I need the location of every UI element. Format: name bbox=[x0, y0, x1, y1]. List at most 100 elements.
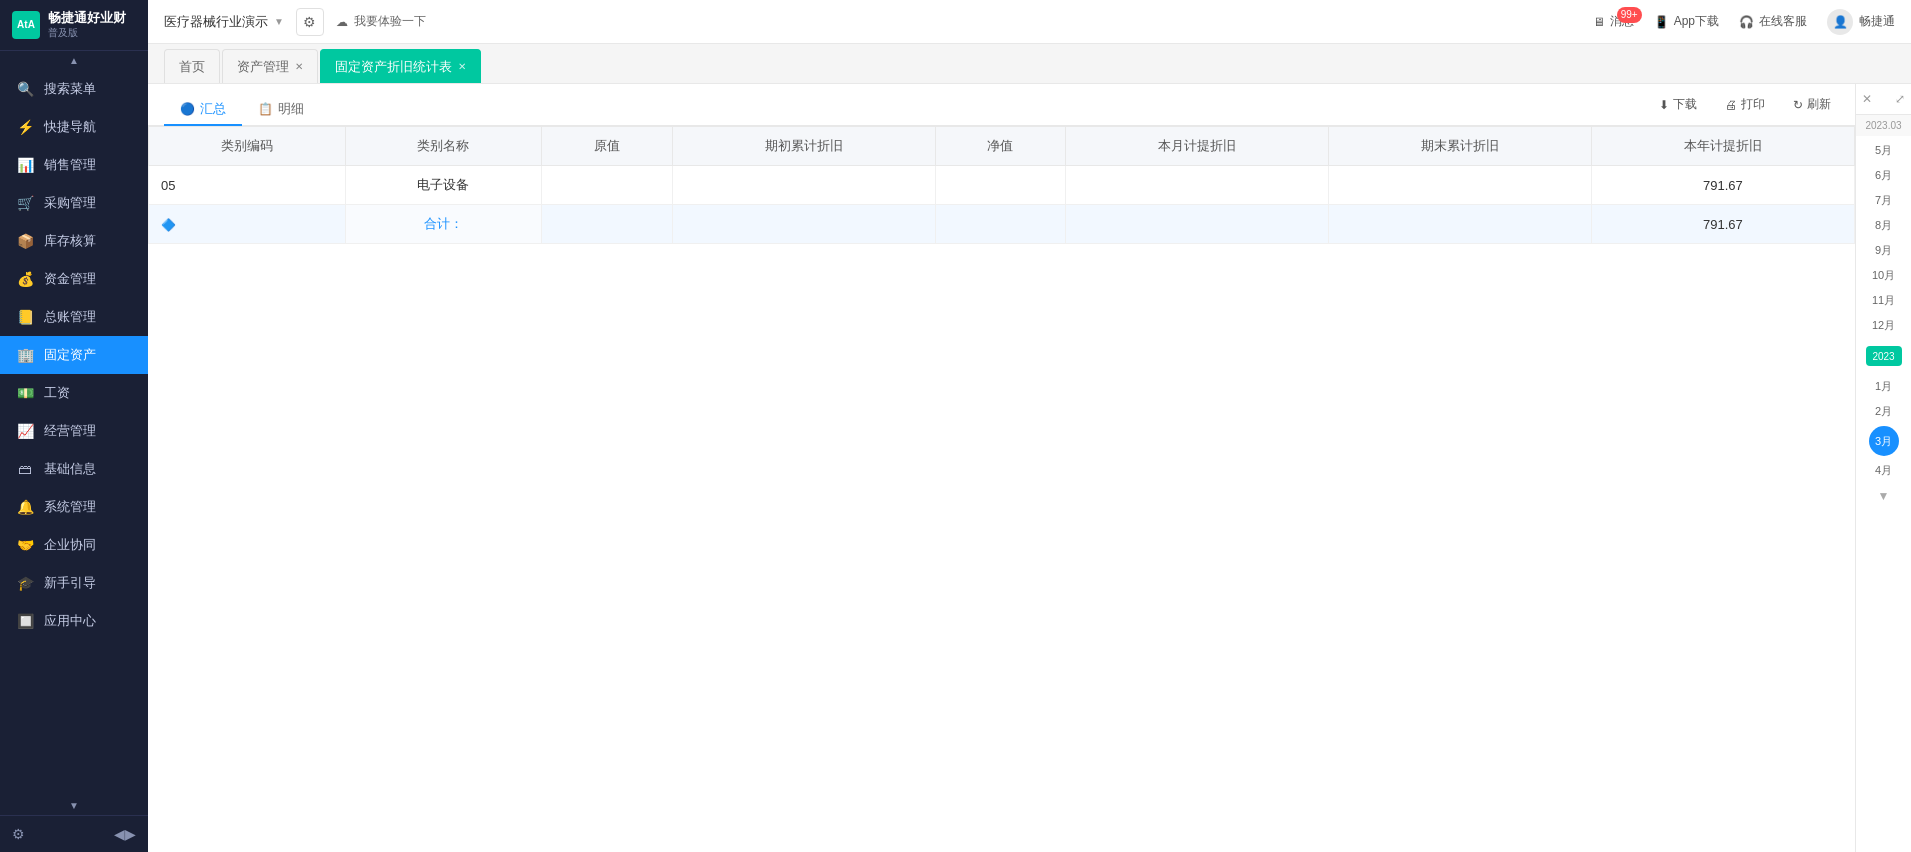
enterprise-icon: 🤝 bbox=[16, 536, 34, 554]
sub-tab-detail[interactable]: 📋 明细 bbox=[242, 94, 320, 126]
row-annual-dep: 791.67 bbox=[1591, 166, 1854, 205]
sidebar-scroll-up[interactable]: ▲ bbox=[0, 51, 148, 70]
download-btn[interactable]: ⬇ 下载 bbox=[1651, 92, 1705, 117]
date-scroll-down-btn[interactable]: ▼ bbox=[1856, 485, 1911, 507]
sub-tabs-container: 🔵 汇总 📋 明细 ⬇ 下载 🖨 打印 bbox=[148, 84, 1855, 126]
col-period-dep: 期末累计折旧 bbox=[1328, 127, 1591, 166]
col-name: 类别名称 bbox=[345, 127, 542, 166]
settings-footer-icon[interactable]: ⚙ bbox=[12, 826, 25, 842]
subtotal-initial-dep bbox=[672, 205, 935, 244]
print-btn[interactable]: 🖨 打印 bbox=[1717, 92, 1773, 117]
tab-home[interactable]: 首页 bbox=[164, 49, 220, 83]
sidebar-item-finance[interactable]: 💰 资金管理 bbox=[0, 260, 148, 298]
month-2023-4[interactable]: 4月 bbox=[1871, 458, 1896, 483]
sidebar-item-ledger[interactable]: 📒 总账管理 bbox=[0, 298, 148, 336]
ledger-icon: 📒 bbox=[16, 308, 34, 326]
app-logo-icon: AtA bbox=[12, 11, 40, 39]
sidebar-item-label: 搜索菜单 bbox=[44, 80, 96, 98]
sidebar-item-search[interactable]: 🔍 搜索菜单 bbox=[0, 70, 148, 108]
table-container: 类别编码 类别名称 原值 期初累计折旧 净值 本月计提折旧 期末累计折旧 本年计… bbox=[148, 126, 1855, 852]
sidebar-item-system[interactable]: 🔔 系统管理 bbox=[0, 488, 148, 526]
topbar-settings-btn[interactable]: ⚙ bbox=[296, 8, 324, 36]
chevron-down-icon: ▼ bbox=[1878, 489, 1890, 503]
subtotal-icon-cell: 🔷 bbox=[149, 205, 346, 244]
print-icon: 🖨 bbox=[1725, 98, 1737, 112]
message-btn[interactable]: 🖥 消息 99+ bbox=[1593, 13, 1634, 30]
sidebar-item-app-center[interactable]: 🔲 应用中心 bbox=[0, 602, 148, 640]
customer-service-btn[interactable]: 🎧 在线客服 bbox=[1739, 13, 1807, 30]
tab-home-label: 首页 bbox=[179, 58, 205, 76]
right-panel-header: ✕ ⤢ bbox=[1856, 84, 1911, 115]
month-7[interactable]: 7月 bbox=[1871, 188, 1896, 213]
purchase-icon: 🛒 bbox=[16, 194, 34, 212]
topbar: 医疗器械行业演示 ▼ ⚙ ☁ 我要体验一下 🖥 消息 99+ 📱 App下载 🎧… bbox=[148, 0, 1911, 44]
download-toolbar-icon: ⬇ bbox=[1659, 98, 1669, 112]
col-annual-dep: 本年计提折旧 bbox=[1591, 127, 1854, 166]
summary-tab-icon: 🔵 bbox=[180, 102, 195, 116]
month-9[interactable]: 9月 bbox=[1871, 238, 1896, 263]
subtotal-annual-dep: 791.67 bbox=[1591, 205, 1854, 244]
panel-close-btn[interactable]: ✕ bbox=[1860, 90, 1874, 108]
sidebar-item-purchase[interactable]: 🛒 采购管理 bbox=[0, 184, 148, 222]
scroll-down-arrow[interactable]: ▼ bbox=[69, 800, 79, 811]
sidebar-item-salary[interactable]: 💵 工资 bbox=[0, 374, 148, 412]
fixed-assets-icon: 🏢 bbox=[16, 346, 34, 364]
month-8[interactable]: 8月 bbox=[1871, 213, 1896, 238]
tab-depreciation-close[interactable]: ✕ bbox=[458, 61, 466, 72]
user-menu[interactable]: 👤 畅捷通 bbox=[1827, 9, 1895, 35]
company-dropdown-chevron: ▼ bbox=[274, 16, 284, 27]
month-12[interactable]: 12月 bbox=[1868, 313, 1899, 338]
row-code: 05 bbox=[149, 166, 346, 205]
search-nav-icon: 🔍 bbox=[16, 80, 34, 98]
month-6[interactable]: 6月 bbox=[1871, 163, 1896, 188]
year-2023-badge[interactable]: 2023 bbox=[1866, 346, 1902, 366]
tab-depreciation[interactable]: 固定资产折旧统计表 ✕ bbox=[320, 49, 481, 83]
guide-icon: 🎓 bbox=[16, 574, 34, 592]
sidebar-item-inventory[interactable]: 📦 库存核算 bbox=[0, 222, 148, 260]
sidebar-item-quick-nav[interactable]: ⚡ 快捷导航 bbox=[0, 108, 148, 146]
month-2023-3-container: 3月 bbox=[1869, 424, 1899, 458]
table-row: 05 电子设备 791.67 bbox=[149, 166, 1855, 205]
tab-asset-mgmt-close[interactable]: ✕ bbox=[295, 61, 303, 72]
sub-tab-detail-label: 明细 bbox=[278, 100, 304, 118]
prev-year-months: 5月 6月 7月 8月 9月 10月 11月 12月 bbox=[1856, 136, 1911, 340]
sidebar-item-label: 采购管理 bbox=[44, 194, 96, 212]
subtotal-label: 合计： bbox=[345, 205, 542, 244]
tabs-bar: 首页 资产管理 ✕ 固定资产折旧统计表 ✕ bbox=[148, 44, 1911, 84]
month-5[interactable]: 5月 bbox=[1871, 138, 1896, 163]
year-2023-months: 1月 2月 3月 4月 bbox=[1856, 372, 1911, 485]
sidebar-item-label: 库存核算 bbox=[44, 232, 96, 250]
refresh-btn[interactable]: ↻ 刷新 bbox=[1785, 92, 1839, 117]
avatar: 👤 bbox=[1827, 9, 1853, 35]
sidebar-item-basic-info[interactable]: 🗃 基础信息 bbox=[0, 450, 148, 488]
company-selector[interactable]: 医疗器械行业演示 ▼ bbox=[164, 13, 284, 31]
sub-tab-summary-label: 汇总 bbox=[200, 100, 226, 118]
collapse-sidebar-icon[interactable]: ◀▶ bbox=[114, 826, 136, 842]
tab-asset-mgmt-label: 资产管理 bbox=[237, 58, 289, 76]
app-download-btn[interactable]: 📱 App下载 bbox=[1654, 13, 1719, 30]
scroll-up-arrow[interactable]: ▲ bbox=[69, 55, 79, 66]
year-label-prev: 2023.03 bbox=[1856, 115, 1911, 136]
sidebar-item-label: 企业协同 bbox=[44, 536, 96, 554]
month-2023-1[interactable]: 1月 bbox=[1871, 374, 1896, 399]
month-2023-3-active[interactable]: 3月 bbox=[1869, 426, 1899, 456]
tab-depreciation-label: 固定资产折旧统计表 bbox=[335, 58, 452, 76]
sidebar-item-management[interactable]: 📈 经营管理 bbox=[0, 412, 148, 450]
sub-tab-summary[interactable]: 🔵 汇总 bbox=[164, 94, 242, 126]
experience-btn[interactable]: ☁ 我要体验一下 bbox=[336, 13, 426, 30]
page-content: 🔵 汇总 📋 明细 ⬇ 下载 🖨 打印 bbox=[148, 84, 1855, 852]
subtotal-period-dep bbox=[1328, 205, 1591, 244]
panel-expand-btn[interactable]: ⤢ bbox=[1893, 90, 1907, 108]
month-11[interactable]: 11月 bbox=[1868, 288, 1899, 313]
sidebar-scroll-down[interactable]: ▼ bbox=[0, 796, 148, 815]
tab-asset-mgmt[interactable]: 资产管理 ✕ bbox=[222, 49, 318, 83]
month-2023-2[interactable]: 2月 bbox=[1871, 399, 1896, 424]
headset-icon: 🎧 bbox=[1739, 15, 1754, 29]
month-10[interactable]: 10月 bbox=[1868, 263, 1899, 288]
sidebar-item-guide[interactable]: 🎓 新手引导 bbox=[0, 564, 148, 602]
sidebar-item-label: 基础信息 bbox=[44, 460, 96, 478]
sidebar-header: AtA 畅捷通好业财 普及版 bbox=[0, 0, 148, 51]
sidebar-item-fixed-assets[interactable]: 🏢 固定资产 bbox=[0, 336, 148, 374]
sidebar-item-enterprise[interactable]: 🤝 企业协同 bbox=[0, 526, 148, 564]
sidebar-item-sales[interactable]: 📊 销售管理 bbox=[0, 146, 148, 184]
